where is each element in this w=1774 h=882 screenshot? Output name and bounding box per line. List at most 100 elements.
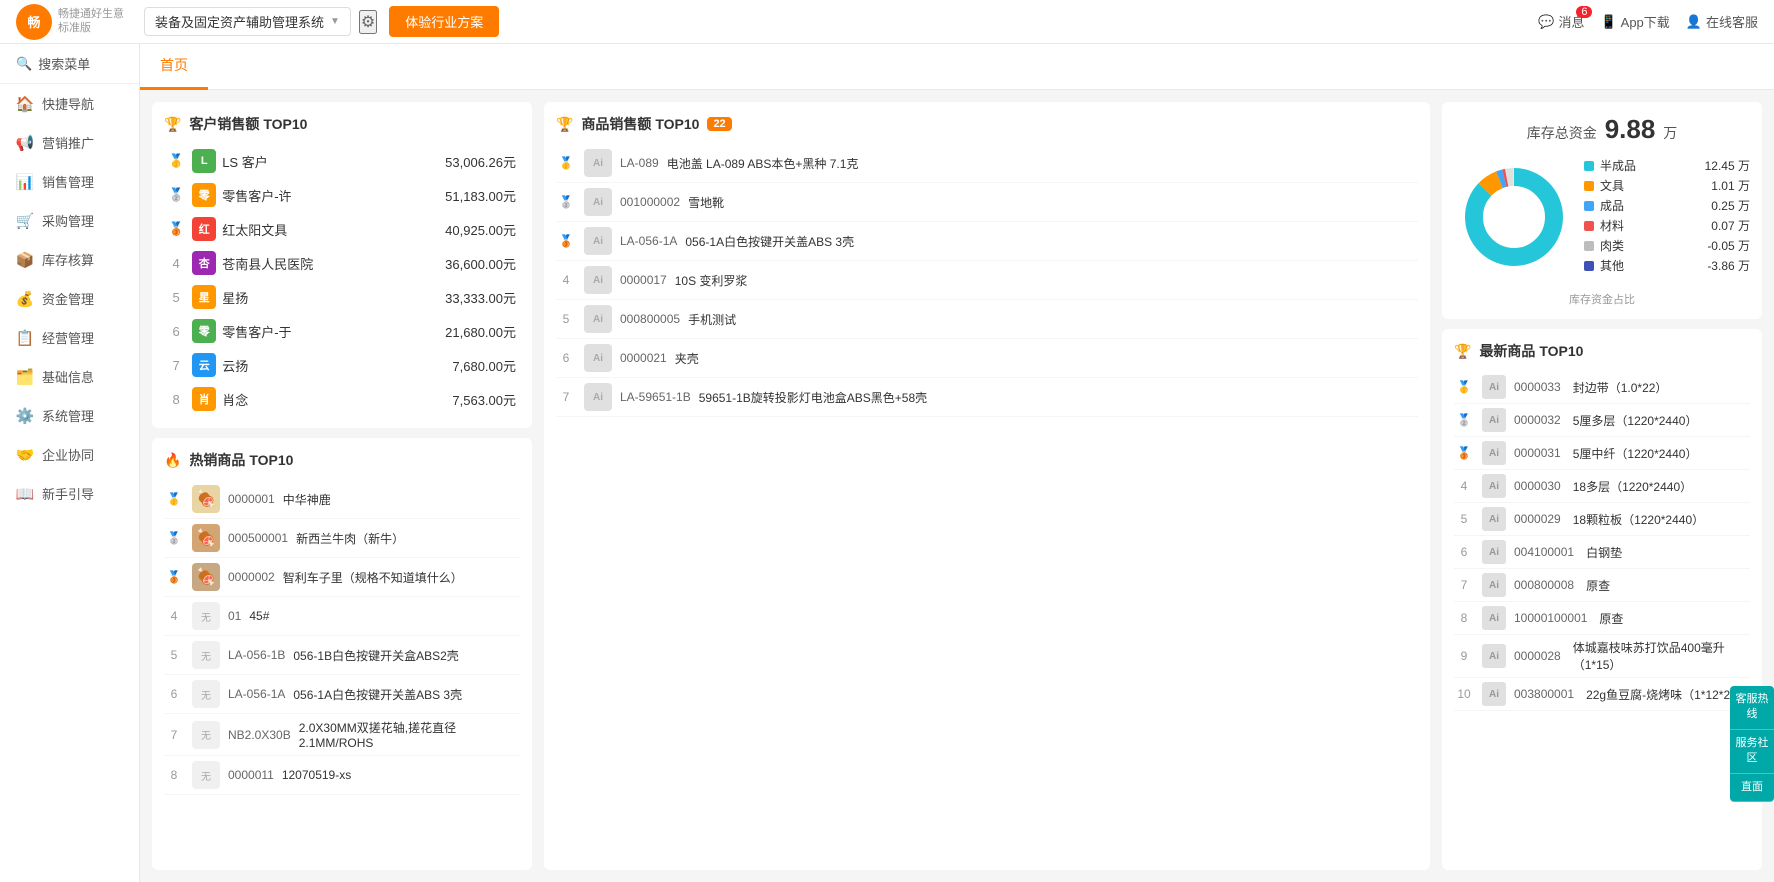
tab-home[interactable]: 首页 — [140, 44, 208, 90]
new-product-image: Ai — [1482, 682, 1506, 706]
product-code: LA-056-1B — [228, 648, 285, 662]
product-rank: 5 — [556, 312, 576, 326]
customer-table: 🥇 L LS 客户 53,006.26元 🥈 零 零售客户-许 51,183.0… — [164, 144, 520, 416]
legend-dot — [1584, 201, 1594, 211]
new-product-code: 000800008 — [1514, 578, 1574, 592]
product-sales-list: 🥇 Ai LA-089 电池盖 LA-089 ABS本色+黑种 7.1克 🥈 A… — [556, 144, 1418, 417]
settings-button[interactable]: ⚙ — [359, 10, 377, 34]
sidebar-item-basic-info[interactable]: 🗂️ 基础信息 — [0, 357, 139, 396]
product-code: LA-056-1A — [620, 234, 677, 248]
product-image: Ai — [584, 149, 612, 177]
app-download-button[interactable]: 📱 App下载 — [1600, 12, 1669, 31]
legend-label: 材料 — [1600, 217, 1624, 234]
trophy-icon-2: 🏆 — [556, 116, 573, 133]
direct-button[interactable]: 直面 — [1730, 774, 1774, 802]
name-cell: 肖 肖念 — [188, 382, 394, 416]
sidebar-item-system[interactable]: ⚙️ 系统管理 — [0, 396, 139, 435]
customer-row: 5 星 星扬 33,333.00元 — [164, 280, 520, 314]
product-sales-row: 🥈 Ai 001000002 雪地靴 — [556, 183, 1418, 222]
product-name: 手机测试 — [688, 311, 1418, 328]
trial-button[interactable]: 体验行业方案 — [389, 6, 499, 37]
sidebar-item-finance[interactable]: 💰 资金管理 — [0, 279, 139, 318]
top-bar: 畅 畅捷通好生意 标准版 装备及固定资产辅助管理系统 ▼ ⚙ 体验行业方案 💬 … — [0, 0, 1774, 44]
new-product-rank: 4 — [1454, 479, 1474, 493]
product-rank: 7 — [556, 390, 576, 404]
page-content: 🏆 客户销售额 TOP10 🥇 L LS 客户 53,006.26元 🥈 零 零… — [140, 90, 1774, 882]
new-product-row: 🥉 Ai 0000031 5厘中纤（1220*2440） — [1454, 437, 1750, 470]
new-product-image: Ai — [1482, 644, 1506, 668]
legend-value: -0.05 万 — [1707, 237, 1750, 254]
system-selector[interactable]: 装备及固定资产辅助管理系统 ▼ — [144, 7, 351, 36]
purchase-icon: 🛒 — [16, 212, 34, 230]
sidebar-item-sales[interactable]: 📊 销售管理 — [0, 162, 139, 201]
product-name: 中华神鹿 — [283, 491, 520, 508]
cooperation-icon: 🤝 — [16, 446, 34, 464]
message-badge: 6 — [1576, 6, 1592, 18]
right-panel: 库存总资金 9.88 万 — [1442, 102, 1762, 870]
product-name: 12070519-xs — [282, 768, 520, 782]
product-code: 0000017 — [620, 273, 667, 287]
sidebar-item-cooperation[interactable]: 🤝 企业协同 — [0, 435, 139, 474]
new-product-rank: 🥈 — [1454, 413, 1474, 427]
new-product-row: 🥈 Ai 0000032 5厘多层（1220*2440） — [1454, 404, 1750, 437]
product-code: LA-056-1A — [228, 687, 285, 701]
content-area: 首页 🏆 客户销售额 TOP10 🥇 L — [140, 44, 1774, 882]
legend-item: 半成品 12.45 万 — [1584, 157, 1750, 174]
mid-panel: 🏆 商品销售额 TOP10 22 🥇 Ai LA-089 电池盖 LA-089 … — [544, 102, 1430, 870]
sidebar-item-operations[interactable]: 📋 经营管理 — [0, 318, 139, 357]
sales-icon: 📊 — [16, 173, 34, 191]
new-product-row: 5 Ai 0000029 18颗粒板（1220*2440） — [1454, 503, 1750, 536]
new-product-image: Ai — [1482, 507, 1506, 531]
product-rank: 🥈 — [164, 531, 184, 545]
new-product-rank: 5 — [1454, 512, 1474, 526]
rank-cell: 8 — [164, 382, 188, 416]
sidebar-item-marketing[interactable]: 📢 营销推广 — [0, 123, 139, 162]
new-product-rank: 7 — [1454, 578, 1474, 592]
legend-dot — [1584, 161, 1594, 171]
new-product-name: 18多层（1220*2440） — [1573, 478, 1750, 495]
message-button[interactable]: 💬 消息 6 — [1538, 12, 1584, 31]
community-button[interactable]: 服务社区 — [1730, 730, 1774, 774]
new-product-image: Ai — [1482, 474, 1506, 498]
new-product-image: Ai — [1482, 441, 1506, 465]
hotline-button[interactable]: 客服热线 — [1730, 686, 1774, 730]
amount-cell: 7,563.00元 — [394, 382, 520, 416]
rank-cell: 🥉 — [164, 212, 188, 246]
basic-info-icon: 🗂️ — [16, 368, 34, 386]
product-code: LA-089 — [620, 156, 659, 170]
sidebar-item-quick-nav[interactable]: 🏠 快捷导航 — [0, 84, 139, 123]
product-rank: 6 — [556, 351, 576, 365]
new-product-name: 5厘多层（1220*2440） — [1573, 412, 1750, 429]
legend-value: 0.07 万 — [1711, 217, 1750, 234]
inventory-legend: 半成品 12.45 万 文具 1.01 万 成品 0.25 万 材料 0.07 … — [1584, 157, 1750, 277]
rank-cell: 🥈 — [164, 178, 188, 212]
product-name: 10S 变利罗浆 — [675, 272, 1418, 289]
sidebar-item-inventory[interactable]: 📦 库存核算 — [0, 240, 139, 279]
sidebar-item-purchase[interactable]: 🛒 采购管理 — [0, 201, 139, 240]
product-rank: 5 — [164, 648, 184, 662]
product-rank: 🥉 — [556, 234, 576, 248]
customer-row: 4 杏 苍南县人民医院 36,600.00元 — [164, 246, 520, 280]
search-menu-button[interactable]: 🔍 搜索菜单 — [0, 44, 139, 84]
product-name: 056-1B白色按键开关盒ABS2壳 — [293, 647, 520, 664]
customer-name: 云扬 — [222, 356, 390, 375]
product-image: 无 — [192, 721, 220, 749]
search-icon: 🔍 — [16, 56, 32, 72]
name-cell: 星 星扬 — [188, 280, 394, 314]
legend-item: 材料 0.07 万 — [1584, 217, 1750, 234]
hot-product-row: 8 无 0000011 12070519-xs — [164, 756, 520, 795]
legend-dot — [1584, 261, 1594, 271]
rank-cell: 🥇 — [164, 144, 188, 178]
product-rank: 🥈 — [556, 195, 576, 209]
rank-cell: 4 — [164, 246, 188, 280]
customer-row: 🥈 零 零售客户-许 51,183.00元 — [164, 178, 520, 212]
legend-dot — [1584, 181, 1594, 191]
product-rank: 🥇 — [556, 156, 576, 170]
legend-label: 半成品 — [1600, 157, 1636, 174]
online-service-button[interactable]: 👤 在线客服 — [1686, 12, 1758, 31]
name-cell: 云 云扬 — [188, 348, 394, 382]
product-image: Ai — [584, 305, 612, 333]
new-product-name: 封边带（1.0*22） — [1573, 379, 1750, 396]
sidebar-item-guide[interactable]: 📖 新手引导 — [0, 474, 139, 513]
legend-label: 成品 — [1600, 197, 1624, 214]
